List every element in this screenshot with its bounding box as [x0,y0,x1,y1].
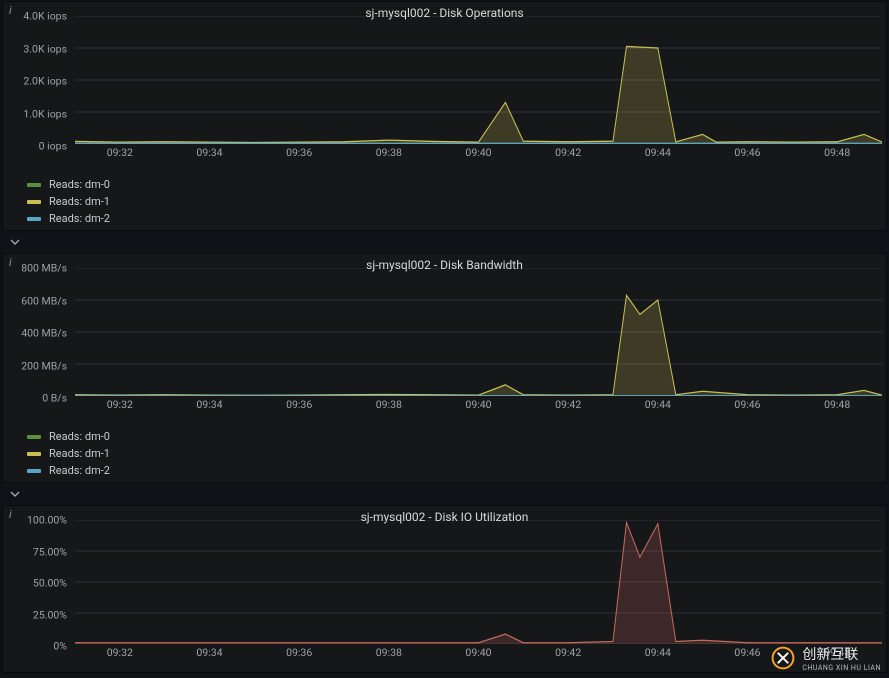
x-tick-label: 09:34 [196,646,222,659]
row-collapse-toggle[interactable] [0,232,889,252]
y-tick-label: 3.0K iops [23,42,67,55]
x-tick-label: 09:38 [376,146,402,159]
x-tick-label: 09:38 [376,398,402,411]
x-tick-label: 09:48 [824,398,850,411]
x-tick-label: 09:32 [107,398,133,411]
legend-label: Reads: dm-2 [49,212,110,225]
y-axis: 0 iops1.0K iops2.0K iops3.0K iops4.0K io… [3,16,71,146]
legend-item-dm-2[interactable]: Reads: dm-2 [27,210,886,227]
y-axis: 0 B/s200 MB/s400 MB/s600 MB/s800 MB/s [3,268,71,398]
legend-swatch [27,452,41,456]
y-tick-label: 0 B/s [42,392,67,405]
x-tick-label: 09:40 [465,646,491,659]
x-tick-label: 09:44 [645,146,671,159]
x-tick-label: 09:32 [107,146,133,159]
panel-io: isj-mysql002 - Disk IO Utilization0%25.0… [2,505,887,673]
plot-area[interactable] [75,520,882,644]
x-tick-label: 09:36 [286,646,312,659]
x-tick-label: 09:46 [734,146,760,159]
legend-label: Reads: dm-1 [49,195,110,208]
legend-label: Reads: dm-0 [49,430,110,443]
x-axis: 09:32 09:34 09:36 09:38 09:40 09:42 09:44 09:46… [75,144,882,168]
x-tick-label: 09:42 [555,646,581,659]
legend-item-dm-2[interactable]: Reads: dm-2 [27,462,886,479]
x-tick-label: 09:34 [196,146,222,159]
x-tick-label: 09:46 [734,398,760,411]
x-tick-label: 09:40 [465,398,491,411]
y-tick-label: 600 MB/s [21,294,67,307]
y-tick-label: 25.00% [33,608,67,621]
legend-swatch [27,217,41,221]
y-tick-label: 1.0K iops [23,107,67,120]
legend-label: Reads: dm-1 [49,447,110,460]
plot-area[interactable] [75,16,882,144]
panel-bw: isj-mysql002 - Disk Bandwidth0 B/s200 MB… [2,253,887,483]
x-tick-label: 09:36 [286,398,312,411]
legend-label: Reads: dm-0 [49,178,110,191]
legend-label: Reads: dm-2 [49,464,110,477]
legend-swatch [27,469,41,473]
legend-item-dm-1[interactable]: Reads: dm-1 [27,193,886,210]
x-axis: 09:32 09:34 09:36 09:38 09:40 09:42 09:44 09:46… [75,644,882,668]
y-tick-label: 200 MB/s [21,359,67,372]
chevron-down-icon [10,489,20,499]
y-tick-label: 2.0K iops [23,75,67,88]
x-tick-label: 09:46 [734,646,760,659]
legend-swatch [27,183,41,187]
x-tick-label: 09:44 [645,398,671,411]
y-tick-label: 400 MB/s [21,327,67,340]
plot-area[interactable] [75,268,882,396]
x-tick-label: 09:42 [555,398,581,411]
x-tick-label: 09:42 [555,146,581,159]
x-tick-label: 09:32 [107,646,133,659]
legend-item-dm-0[interactable]: Reads: dm-0 [27,176,886,193]
legend-item-dm-0[interactable]: Reads: dm-0 [27,428,886,445]
legend-swatch [27,200,41,204]
y-tick-label: 75.00% [33,545,67,558]
panel-title[interactable]: sj-mysql002 - Disk Bandwidth [3,258,886,272]
panel-title[interactable]: sj-mysql002 - Disk Operations [3,6,886,20]
x-tick-label: 09:34 [196,398,222,411]
x-tick-label: 09:40 [465,146,491,159]
panel-title[interactable]: sj-mysql002 - Disk IO Utilization [3,510,886,524]
x-tick-label: 09:38 [376,646,402,659]
legend: Reads: dm-0 Reads: dm-1 Reads: dm-2 [3,426,886,485]
x-tick-label: 09:44 [645,646,671,659]
y-tick-label: 50.00% [33,577,67,590]
x-axis: 09:32 09:34 09:36 09:38 09:40 09:42 09:44 09:46… [75,396,882,420]
legend-item-dm-1[interactable]: Reads: dm-1 [27,445,886,462]
legend-swatch [27,435,41,439]
y-tick-label: 0% [53,640,67,653]
legend: Reads: dm-0 Reads: dm-1 Reads: dm-2 [3,174,886,233]
chevron-down-icon [10,237,20,247]
y-tick-label: 0 iops [39,140,67,153]
panel-ops: isj-mysql002 - Disk Operations0 iops1.0K… [2,1,887,231]
y-axis: 0%25.00%50.00%75.00%100.00% [3,520,71,646]
x-tick-label: 09:48 [824,146,850,159]
row-collapse-toggle[interactable] [0,484,889,504]
x-tick-label: 09:48 [824,646,850,659]
x-tick-label: 09:36 [286,146,312,159]
dashboard: isj-mysql002 - Disk Operations0 iops1.0K… [0,0,889,678]
